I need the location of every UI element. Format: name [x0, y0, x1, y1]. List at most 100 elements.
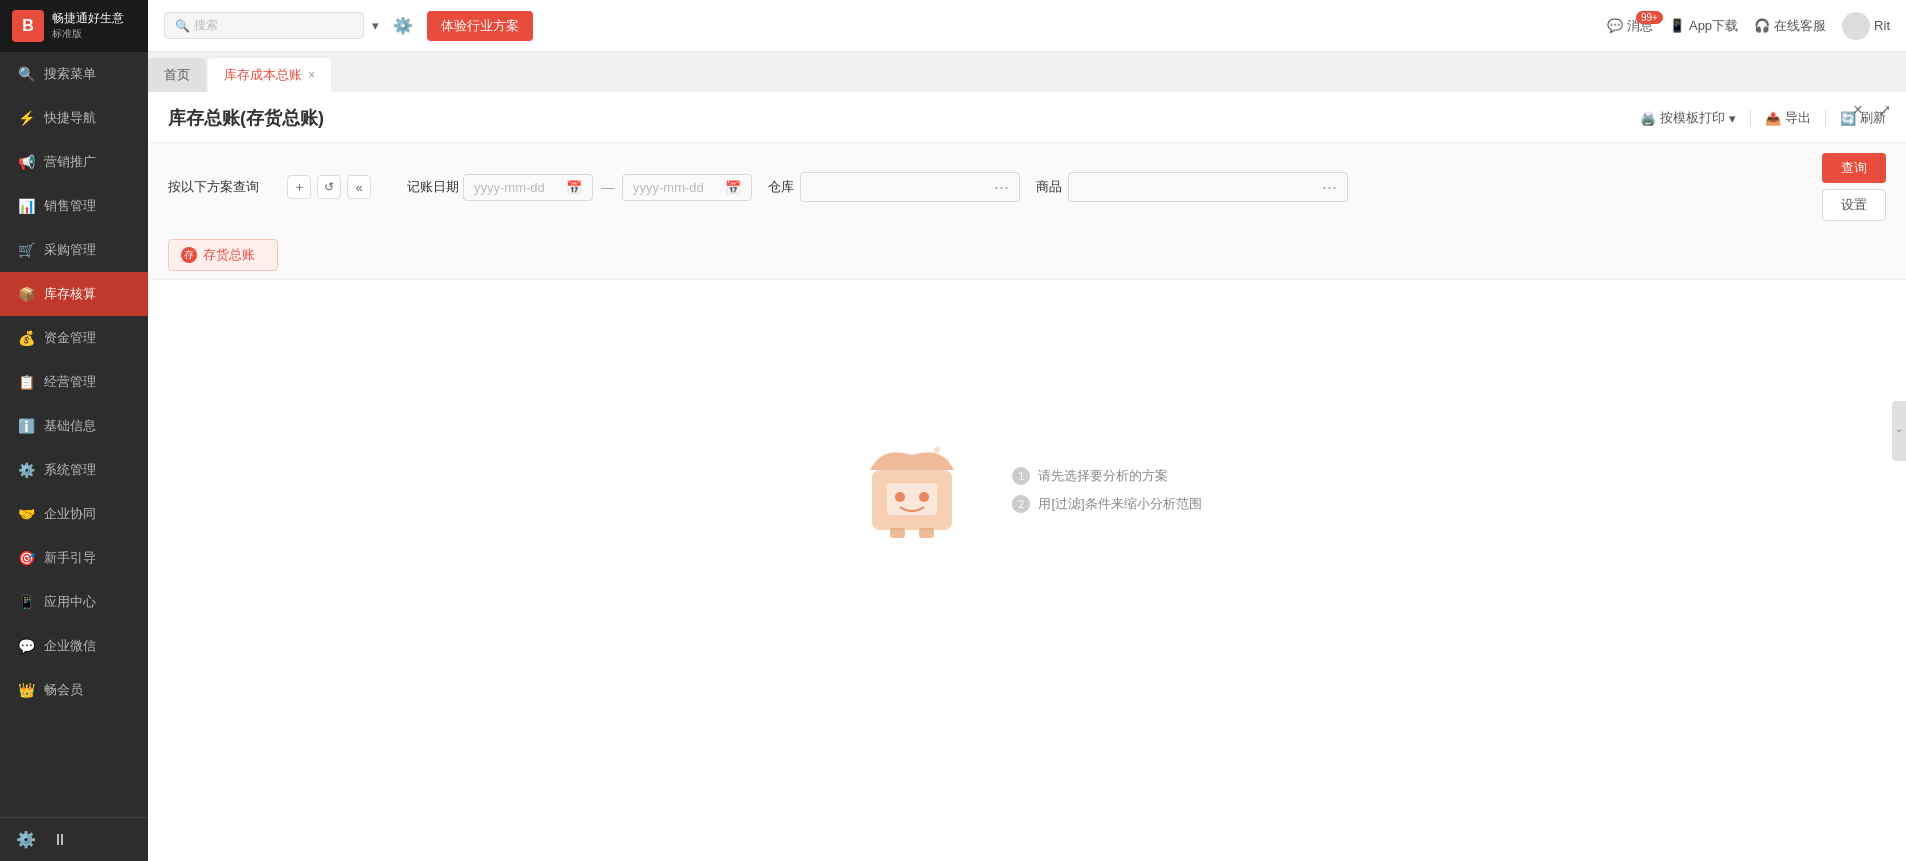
hint-num-2: 2: [1012, 495, 1030, 513]
tab-inventory-ledger-label: 库存成本总账: [224, 66, 302, 84]
sidebar-item-basic-info[interactable]: ℹ️ 基础信息: [0, 404, 148, 448]
online-support-label: 在线客服: [1774, 17, 1826, 35]
print-button[interactable]: 🖨️ 按模板打印 ▾: [1640, 109, 1736, 127]
product-input[interactable]: ···: [1068, 172, 1348, 202]
svg-point-4: [934, 447, 940, 453]
topbar: 🔍 搜索 ▾ ⚙️ 体验行业方案 💬 消息 99+ 📱 App下载 🎧 在线客服: [148, 0, 1906, 52]
product-more-icon[interactable]: ···: [1322, 178, 1337, 196]
sidebar-item-operation[interactable]: 📋 经营管理: [0, 360, 148, 404]
frame-topbar: × ⤢: [1836, 92, 1906, 128]
action-divider-2: [1825, 110, 1826, 126]
user-profile-button[interactable]: Rit: [1842, 12, 1890, 40]
empty-hint-1: 1 请先选择要分析的方案: [1012, 467, 1201, 485]
sidebar-item-app-center[interactable]: 📱 应用中心: [0, 580, 148, 624]
hint-num-1: 1: [1012, 467, 1030, 485]
filter-refresh-icon: ↺: [324, 180, 334, 194]
sidebar-bottom: ⚙️ ⏸: [0, 817, 148, 861]
empty-state: 1 请先选择要分析的方案 2 用[过滤]条件来缩小分析范围: [148, 280, 1906, 700]
sidebar-item-label: 快捷导航: [44, 109, 96, 127]
topbar-left: 🔍 搜索 ▾ ⚙️ 体验行业方案: [164, 10, 1595, 41]
tab-home-label: 首页: [164, 66, 190, 84]
sidebar-item-member[interactable]: 👑 畅会员: [0, 668, 148, 712]
app-download-button[interactable]: 📱 App下载: [1669, 17, 1738, 35]
close-panel-button[interactable]: ×: [1846, 98, 1870, 122]
sidebar-item-wechat[interactable]: 💬 企业微信: [0, 624, 148, 668]
enterprise-collab-icon: 🤝: [16, 504, 36, 524]
page-header: 库存总账(存货总账) 🖨️ 按模板打印 ▾ 📤 导出 🔄 刷新: [148, 92, 1906, 143]
tab-home[interactable]: 首页: [148, 58, 206, 92]
search-menu-icon: 🔍: [16, 64, 36, 84]
svg-point-3: [919, 492, 929, 502]
date-start-value: yyyy-mm-dd: [474, 180, 545, 195]
svg-rect-7: [919, 528, 934, 538]
app-name: 畅捷通好生意: [52, 11, 124, 27]
print-dropdown-icon[interactable]: ▾: [1729, 111, 1736, 126]
inventory-calc-icon: 📦: [16, 284, 36, 304]
filter-add-button[interactable]: ＋: [287, 175, 311, 199]
export-icon: 📤: [1765, 111, 1781, 126]
industry-solution-button[interactable]: 体验行业方案: [427, 11, 533, 41]
sidebar-item-purchase[interactable]: 🛒 采购管理: [0, 228, 148, 272]
page-content: 库存总账(存货总账) 🖨️ 按模板打印 ▾ 📤 导出 🔄 刷新: [148, 92, 1906, 861]
date-start-input[interactable]: yyyy-mm-dd 📅: [463, 174, 593, 201]
sidebar-item-inventory-calc[interactable]: 📦 库存核算: [0, 272, 148, 316]
sidebar-item-label: 营销推广: [44, 153, 96, 171]
date-end-value: yyyy-mm-dd: [633, 180, 704, 195]
dropdown-arrow-icon[interactable]: ▾: [372, 18, 379, 33]
topbar-search[interactable]: 🔍 搜索: [164, 12, 364, 39]
sidebar-item-quick-nav[interactable]: ⚡ 快捷导航: [0, 96, 148, 140]
user-avatar: [1842, 12, 1870, 40]
filter-section: 按以下方案查询 ＋ ↺ « 记账日期 yyyy-mm-dd 📅: [148, 143, 1906, 280]
query-button[interactable]: 查询: [1822, 153, 1886, 183]
sidebar-item-label: 企业协同: [44, 505, 96, 523]
sidebar-item-new-guide[interactable]: 🎯 新手引导: [0, 536, 148, 580]
sidebar-item-label: 库存核算: [44, 285, 96, 303]
sidebar-item-label: 系统管理: [44, 461, 96, 479]
date-end-input[interactable]: yyyy-mm-dd 📅: [622, 174, 752, 201]
sidebar-item-marketing[interactable]: 📢 营销推广: [0, 140, 148, 184]
export-button[interactable]: 📤 导出: [1765, 109, 1811, 127]
sidebar-item-label: 基础信息: [44, 417, 96, 435]
calendar-end-icon[interactable]: 📅: [725, 180, 741, 195]
warehouse-input[interactable]: ···: [800, 172, 1020, 202]
tab-close-icon[interactable]: ×: [308, 69, 315, 81]
resize-panel-button[interactable]: ⤢: [1872, 98, 1896, 122]
scheme-item-inventory-ledger[interactable]: 存 存货总账: [168, 239, 278, 271]
sidebar-item-label: 应用中心: [44, 593, 96, 611]
sidebar-item-label: 销售管理: [44, 197, 96, 215]
calendar-start-icon[interactable]: 📅: [566, 180, 582, 195]
scheme-item-label: 存货总账: [203, 246, 255, 264]
right-buttons: 查询 设置: [1822, 153, 1886, 221]
message-button[interactable]: 💬 消息 99+: [1607, 17, 1653, 35]
sidebar-item-fund[interactable]: 💰 资金管理: [0, 316, 148, 360]
filter-collapse-button[interactable]: «: [347, 175, 371, 199]
tab-inventory-ledger[interactable]: 库存成本总账 ×: [208, 58, 331, 92]
print-label: 按模板打印: [1660, 109, 1725, 127]
sidebar-item-sales[interactable]: 📊 销售管理: [0, 184, 148, 228]
search-icon: 🔍: [175, 19, 190, 33]
audio-bottom-icon[interactable]: ⏸: [52, 831, 68, 849]
export-label: 导出: [1785, 109, 1811, 127]
empty-robot-illustration: [852, 435, 972, 545]
sidebar-item-system[interactable]: ⚙️ 系统管理: [0, 448, 148, 492]
fund-icon: 💰: [16, 328, 36, 348]
app-sub: 标准版: [52, 27, 124, 41]
empty-hint-2: 2 用[过滤]条件来缩小分析范围: [1012, 495, 1201, 513]
collapse-icon: «: [355, 180, 362, 195]
sidebar-item-label: 经营管理: [44, 373, 96, 391]
sidebar-item-label: 畅会员: [44, 681, 83, 699]
new-guide-icon: 🎯: [16, 548, 36, 568]
right-panel-tab[interactable]: ›: [1892, 401, 1906, 461]
setting-button[interactable]: 设置: [1822, 189, 1886, 221]
settings-bottom-icon[interactable]: ⚙️: [16, 830, 36, 849]
online-support-icon: 🎧: [1754, 18, 1770, 33]
sidebar-item-search-menu[interactable]: 🔍 搜索菜单: [0, 52, 148, 96]
online-support-button[interactable]: 🎧 在线客服: [1754, 17, 1826, 35]
warehouse-more-icon[interactable]: ···: [994, 178, 1009, 196]
date-input-group: 记账日期 yyyy-mm-dd 📅 — yyyy-mm-dd 📅: [407, 174, 752, 201]
gear-settings-button[interactable]: ⚙️: [387, 10, 419, 41]
app-logo: B 畅捷通好生意 标准版: [0, 0, 148, 52]
sidebar-item-enterprise-collab[interactable]: 🤝 企业协同: [0, 492, 148, 536]
filter-refresh-btn[interactable]: ↺: [317, 175, 341, 199]
empty-visual: 1 请先选择要分析的方案 2 用[过滤]条件来缩小分析范围: [852, 435, 1201, 545]
